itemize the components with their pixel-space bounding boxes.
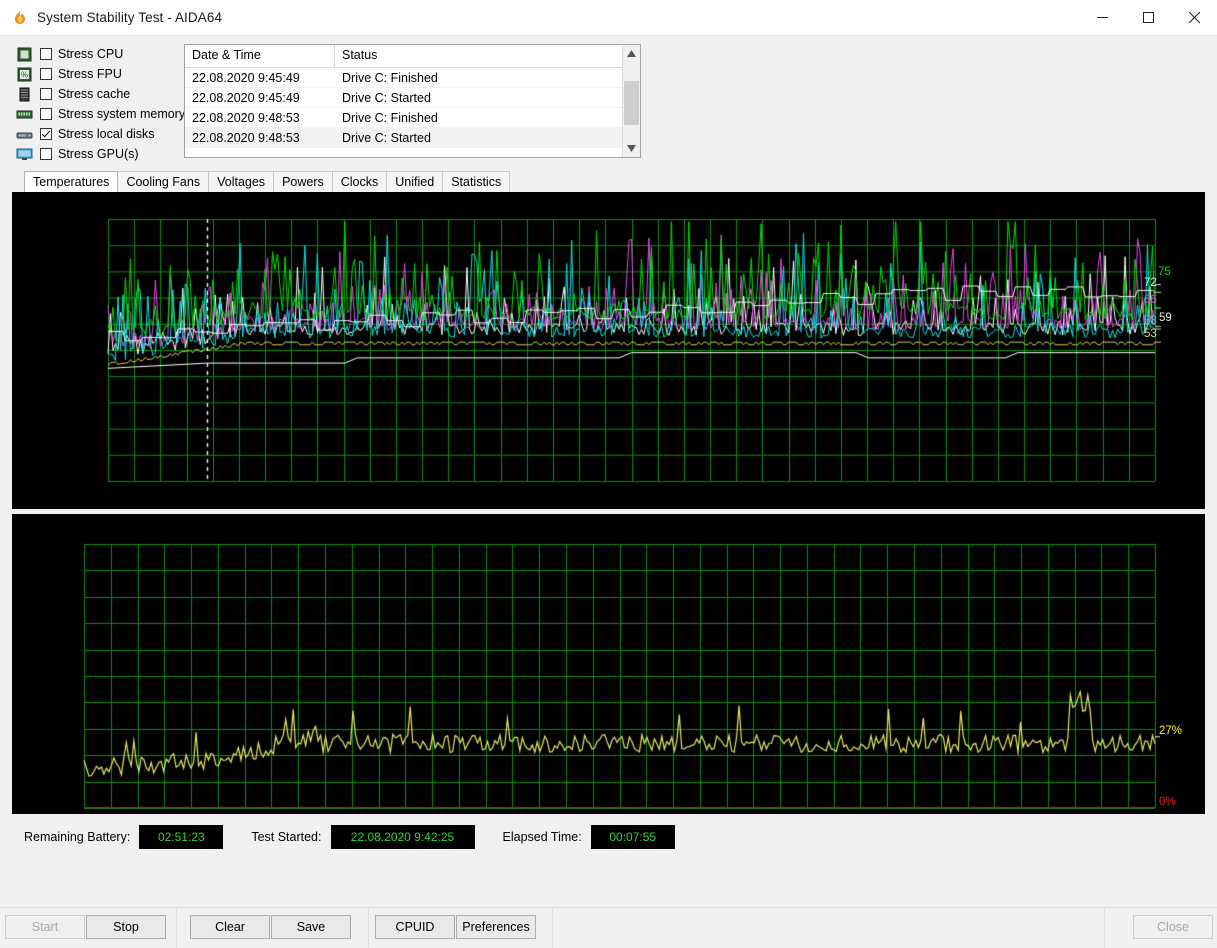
tab-unified[interactable]: Unified bbox=[386, 171, 444, 192]
svg-text:%: % bbox=[21, 70, 28, 79]
tab-temperatures[interactable]: Temperatures bbox=[24, 171, 119, 192]
temp-value-label: 66 bbox=[1144, 294, 1157, 306]
stress-option-row[interactable]: Stress system memory bbox=[16, 104, 186, 124]
stress-option-row[interactable]: Stress GPU(s) bbox=[16, 144, 184, 164]
stress-option-label: Stress GPU(s) bbox=[58, 147, 139, 161]
battery-value: 02:51:23 bbox=[139, 825, 224, 849]
log-status: Drive C: Started bbox=[342, 130, 431, 145]
stress-option-checkbox[interactable] bbox=[40, 48, 52, 60]
log-datetime: 22.08.2020 9:45:49 bbox=[192, 70, 300, 85]
scroll-down-icon[interactable] bbox=[623, 140, 640, 157]
button-separator-2 bbox=[368, 908, 369, 948]
window-titlebar: System Stability Test - AIDA64 bbox=[0, 0, 1217, 36]
fpu-percent-icon: % bbox=[16, 67, 33, 82]
save-button[interactable]: Save bbox=[271, 915, 351, 939]
stress-option-label: Stress FPU bbox=[58, 67, 122, 81]
table-row[interactable]: 22.08.2020 9:48:53 Drive C: Started bbox=[185, 128, 622, 148]
button-separator-3 bbox=[552, 908, 553, 948]
start-button: Start bbox=[5, 915, 85, 939]
gpu-monitor-icon bbox=[16, 147, 33, 162]
preferences-button[interactable]: Preferences bbox=[456, 915, 536, 939]
temp-value-label: 72 bbox=[1144, 277, 1157, 289]
table-row[interactable]: 22.08.2020 9:45:49 Drive C: Started bbox=[185, 88, 622, 108]
stress-option-checkbox[interactable] bbox=[40, 88, 52, 100]
clear-button[interactable]: Clear bbox=[190, 915, 270, 939]
stress-option-label: Stress local disks bbox=[58, 127, 155, 141]
hard-disk-icon bbox=[16, 127, 33, 142]
button-separator-1 bbox=[176, 908, 177, 948]
stress-option-label: Stress system memory bbox=[58, 107, 186, 121]
close-button[interactable] bbox=[1171, 0, 1217, 35]
temp-value-label: 58 bbox=[1144, 315, 1157, 327]
cpu-chip-icon bbox=[16, 47, 33, 62]
log-datetime: 22.08.2020 9:48:53 bbox=[192, 130, 300, 145]
log-status: Drive C: Finished bbox=[342, 70, 438, 85]
elapsed-time-value: 00:07:55 bbox=[590, 825, 675, 849]
event-log-header: Date & Time Status bbox=[185, 45, 622, 68]
test-started-label: Test Started: bbox=[251, 830, 322, 844]
log-status: Drive C: Started bbox=[342, 90, 431, 105]
column-header-status[interactable]: Status bbox=[335, 45, 622, 67]
stress-option-label: Stress CPU bbox=[58, 47, 124, 61]
log-datetime: 22.08.2020 9:48:53 bbox=[192, 110, 300, 125]
status-bar: Remaining Battery: 02:51:23 Test Started… bbox=[24, 822, 1217, 852]
minimize-button[interactable] bbox=[1079, 0, 1125, 35]
event-log-panel: Date & Time Status 22.08.2020 9:45:49 Dri… bbox=[184, 44, 641, 158]
tab-voltages[interactable]: Voltages bbox=[208, 171, 275, 192]
scroll-up-icon[interactable] bbox=[623, 45, 640, 62]
top-panel: Stress CPU% Stress FPU Stress cache Stress … bbox=[0, 36, 1217, 161]
stress-option-label: Stress cache bbox=[58, 87, 131, 101]
log-status: Drive C: Finished bbox=[342, 110, 438, 125]
stress-option-checkbox[interactable] bbox=[40, 68, 52, 80]
stress-option-row[interactable]: Stress cache bbox=[16, 84, 184, 104]
close-button: Close bbox=[1133, 915, 1213, 939]
test-started-value: 22.08.2020 9:42:25 bbox=[330, 825, 475, 849]
event-log-scroll-thumb[interactable] bbox=[624, 81, 639, 125]
stress-options-list: Stress CPU% Stress FPU Stress cache Stress … bbox=[0, 44, 186, 164]
window-controls bbox=[1079, 0, 1217, 35]
stop-button[interactable]: Stop bbox=[86, 915, 166, 939]
flame-icon bbox=[12, 10, 28, 26]
event-log-table: Date & Time Status 22.08.2020 9:45:49 Dri… bbox=[185, 45, 622, 157]
temp-value-label: 59 bbox=[1159, 312, 1172, 324]
stress-option-checkbox[interactable] bbox=[40, 108, 52, 120]
stress-option-row[interactable]: % Stress FPU bbox=[16, 64, 184, 84]
cache-icon bbox=[16, 87, 33, 102]
usage-value-label: 0% bbox=[1159, 796, 1176, 808]
table-row[interactable]: 22.08.2020 9:45:49 Drive C: Finished bbox=[185, 68, 622, 88]
chart-tabs: Temperatures Cooling Fans Voltages Powers Cl… bbox=[24, 171, 1217, 192]
event-log-body: 22.08.2020 9:45:49 Drive C: Finished 22.08… bbox=[185, 68, 622, 148]
temperature-chart[interactable]: CPUCPU Core #1CPU Core #2CPU Core #3CPU … bbox=[12, 192, 1205, 509]
log-datetime: 22.08.2020 9:45:49 bbox=[192, 90, 300, 105]
tab-powers[interactable]: Powers bbox=[273, 171, 333, 192]
elapsed-time-label: Elapsed Time: bbox=[502, 830, 582, 844]
button-separator-4 bbox=[1104, 908, 1105, 948]
cpu-usage-plot-canvas bbox=[12, 514, 1205, 814]
cpu-usage-chart[interactable]: CPU Usage | CPU Throttling (max: 1%) - O… bbox=[12, 514, 1205, 814]
button-bar: Start Stop Clear Save CPUID Preferences Close bbox=[0, 907, 1217, 948]
stress-option-checkbox[interactable] bbox=[40, 148, 52, 160]
stress-option-checkbox[interactable] bbox=[40, 128, 52, 140]
usage-value-label: 27% bbox=[1159, 725, 1183, 737]
charts-area: CPUCPU Core #1CPU Core #2CPU Core #3CPU … bbox=[12, 192, 1205, 814]
stress-option-row[interactable]: Stress local disks bbox=[16, 124, 184, 144]
battery-label: Remaining Battery: bbox=[24, 830, 131, 844]
cpuid-button[interactable]: CPUID bbox=[375, 915, 455, 939]
column-header-datetime[interactable]: Date & Time bbox=[185, 45, 335, 67]
table-row[interactable]: 22.08.2020 9:48:53 Drive C: Finished bbox=[185, 108, 622, 128]
window-title: System Stability Test - AIDA64 bbox=[37, 10, 223, 25]
temperature-plot-canvas bbox=[12, 192, 1205, 509]
maximize-button[interactable] bbox=[1125, 0, 1171, 35]
tab-clocks[interactable]: Clocks bbox=[331, 171, 388, 192]
temp-value-label: 53 bbox=[1144, 328, 1157, 340]
stress-option-row[interactable]: Stress CPU bbox=[16, 44, 184, 64]
tab-statistics[interactable]: Statistics bbox=[442, 171, 511, 192]
tab-cooling-fans[interactable]: Cooling Fans bbox=[117, 171, 210, 192]
memory-module-icon bbox=[16, 107, 33, 122]
temp-value-label: 75 bbox=[1158, 266, 1171, 278]
